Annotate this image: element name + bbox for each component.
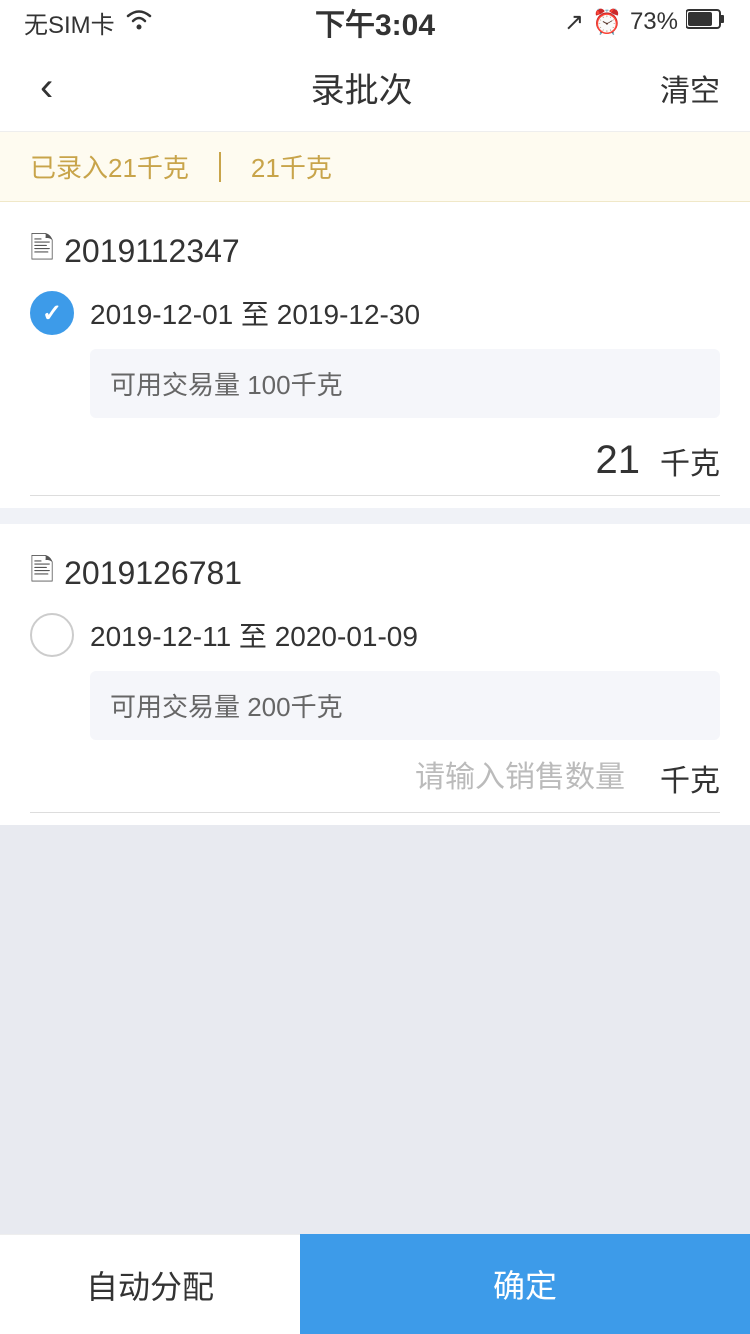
location-icon: ↗: [564, 8, 584, 37]
clear-button[interactable]: 清空: [660, 66, 720, 110]
batch-card-1: 🖹 2019112347 2019-12-01 至 2019-12-30 可用交…: [0, 202, 750, 508]
quantity-row-1: 21 千克: [0, 418, 750, 483]
batch-id-2: 2019126781: [64, 555, 242, 592]
carrier-text: 无SIM卡: [24, 5, 115, 40]
battery-icon: [686, 8, 726, 37]
input-row-2: 千克: [0, 740, 750, 800]
status-bar: 无SIM卡 下午3:04 ↗ ⏰ 73%: [0, 0, 750, 44]
recorded-label: 已录入21千克: [30, 148, 189, 185]
batch-avail-1: 可用交易量 100千克: [90, 349, 720, 418]
back-button[interactable]: ‹: [30, 55, 63, 120]
batch-avail-2: 可用交易量 200千克: [90, 671, 720, 740]
info-banner: 已录入21千克 21千克: [0, 132, 750, 202]
quantity-divider-1: [30, 495, 720, 496]
page: 无SIM卡 下午3:04 ↗ ⏰ 73%: [0, 0, 750, 1334]
input-unit-2: 千克: [660, 756, 720, 800]
page-title: 录批次: [311, 63, 413, 112]
radio-btn-1[interactable]: [30, 291, 74, 335]
batch-date-1: 2019-12-01 至 2019-12-30: [90, 293, 420, 333]
alarm-icon: ⏰: [592, 8, 622, 37]
batch-id-1: 2019112347: [64, 233, 240, 270]
content-area: 已录入21千克 21千克 🖹 2019112347 2019-12-01 至 2…: [0, 132, 750, 1334]
info-amount: 21千克: [251, 148, 332, 185]
auto-distribute-button[interactable]: 自动分配: [0, 1234, 300, 1334]
bottom-bar: 自动分配 确定: [0, 1234, 750, 1334]
status-left: 无SIM卡: [24, 5, 153, 40]
status-right: ↗ ⏰ 73%: [564, 8, 726, 37]
info-divider: [219, 152, 221, 182]
gray-area: [0, 825, 750, 1234]
battery-text: 73%: [630, 8, 678, 36]
quantity-unit-1: 千克: [660, 439, 720, 483]
batch-inner-1: 🖹 2019112347 2019-12-01 至 2019-12-30 可用交…: [0, 202, 750, 418]
doc-icon-1: 🖹: [30, 226, 54, 277]
quantity-value-1: 21: [596, 438, 641, 483]
quantity-input-2[interactable]: [340, 761, 640, 795]
nav-bar: ‹ 录批次 清空: [0, 44, 750, 132]
batch-id-row-1: 🖹 2019112347: [30, 226, 720, 277]
batch-inner-2: 🖹 2019126781 2019-12-11 至 2020-01-09 可用交…: [0, 524, 750, 740]
radio-btn-2[interactable]: [30, 613, 74, 657]
batch-id-row-2: 🖹 2019126781: [30, 548, 720, 599]
batch-date-row-1: 2019-12-01 至 2019-12-30: [30, 291, 720, 335]
separator-1: [0, 508, 750, 524]
status-time: 下午3:04: [315, 0, 435, 44]
batch-date-2: 2019-12-11 至 2020-01-09: [90, 615, 418, 655]
doc-icon-2: 🖹: [30, 548, 54, 599]
confirm-button[interactable]: 确定: [300, 1234, 750, 1334]
batch-date-row-2: 2019-12-11 至 2020-01-09: [30, 613, 720, 657]
wifi-icon: [125, 8, 153, 37]
input-divider-2: [30, 812, 720, 813]
batch-card-2: 🖹 2019126781 2019-12-11 至 2020-01-09 可用交…: [0, 524, 750, 825]
